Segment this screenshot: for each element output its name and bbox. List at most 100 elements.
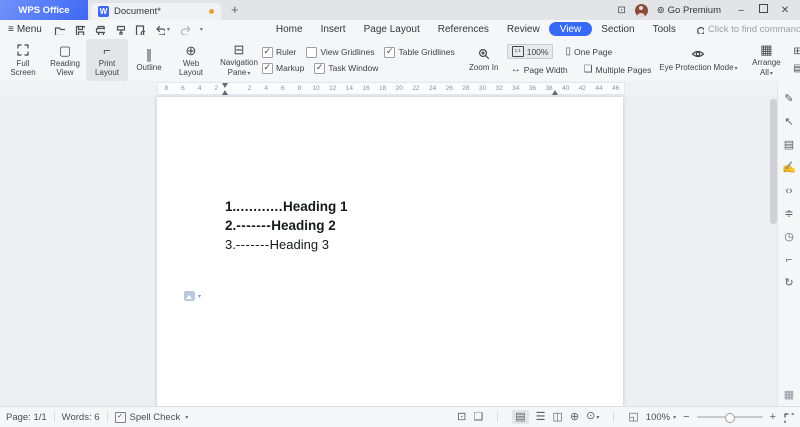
signature-icon[interactable]: ✍	[782, 162, 796, 175]
reading-view-button[interactable]: ▢ Reading View	[44, 39, 86, 81]
tab-references[interactable]: References	[429, 23, 498, 36]
eye-protection-view-icon[interactable]: ⊙▾	[586, 409, 599, 425]
web-layout-view-icon[interactable]: ⊕	[570, 410, 579, 424]
redo-icon[interactable]	[179, 24, 190, 35]
zoom-slider[interactable]	[696, 412, 763, 423]
restore-button[interactable]	[752, 4, 774, 16]
go-premium-button[interactable]: ⊚ Go Premium	[657, 5, 721, 16]
quick-panel-icon[interactable]: ▦	[778, 388, 800, 401]
zoom-out-button[interactable]: −	[683, 410, 689, 424]
select-tool-icon[interactable]: ↖	[784, 116, 793, 129]
close-button[interactable]: ✕	[774, 5, 796, 16]
workspace-icon[interactable]: ⊡	[617, 5, 625, 16]
crop-icon[interactable]: ⌐	[786, 254, 792, 267]
tab-home[interactable]: Home	[267, 23, 312, 36]
outline-button[interactable]: ∥ Outline	[128, 39, 170, 81]
zoom-level-button[interactable]: 100% ▾	[646, 412, 676, 423]
markup-checkbox[interactable]: Markup	[262, 62, 304, 74]
tab-view[interactable]: View	[548, 22, 593, 36]
wps-office-button[interactable]: WPS Office	[0, 0, 88, 20]
ink-annotation-icon[interactable]: ✎	[784, 93, 793, 106]
document-tab[interactable]: W Document*	[91, 3, 221, 20]
new-tab-button[interactable]: +	[231, 0, 239, 20]
first-line-indent-marker[interactable]	[222, 83, 228, 88]
outline-view-icon[interactable]: ☰	[536, 410, 546, 424]
ruler-number: 42	[578, 85, 586, 92]
tab-page-layout[interactable]: Page Layout	[355, 23, 429, 36]
print-layout-view-icon[interactable]: ▤	[512, 410, 529, 424]
view-gridlines-checkbox[interactable]: View Gridlines	[306, 46, 374, 58]
ruler-checkbox[interactable]: Ruler	[262, 46, 296, 58]
divider	[106, 412, 108, 422]
ruler-number: 36	[528, 85, 537, 92]
navigation-pane-button[interactable]: ⊟ Navigation Pane▾	[218, 39, 260, 81]
history-clock-icon[interactable]: ◷	[784, 231, 794, 244]
tab-section[interactable]: Section	[592, 23, 643, 36]
toc-line-2[interactable]: 2.-------Heading 2	[225, 216, 348, 235]
reading-view-icon: ▢	[58, 42, 72, 58]
code-icon[interactable]: ‹›	[785, 185, 792, 198]
ruler-number: 4	[197, 85, 202, 92]
writer-logo-icon: W	[98, 6, 109, 17]
fit-page-icon[interactable]: ◱	[628, 410, 638, 424]
reading-view-icon[interactable]: ◫	[553, 410, 563, 424]
zoom-options-group: 1:1 100% ▯ One Page ↔ Page Width ❏ Multiple …	[505, 39, 658, 81]
zoom-in-button[interactable]: +	[770, 410, 776, 424]
save-icon[interactable]	[74, 24, 85, 35]
print-icon[interactable]	[94, 24, 105, 35]
open-icon[interactable]	[54, 24, 65, 35]
main-menu-button[interactable]: ≡ Menu	[8, 24, 42, 35]
arrange-all-button[interactable]: ▦ Arrange All▾	[745, 39, 787, 81]
new-window-button[interactable]: ⊞New Window	[789, 45, 800, 58]
undo-icon[interactable]	[154, 24, 165, 35]
sync-icon[interactable]: ↻	[784, 277, 793, 290]
ruler-number: 4	[264, 85, 268, 92]
word-count[interactable]: Words: 6	[62, 412, 100, 423]
document-text[interactable]: 1............Heading 1 2.-------Heading …	[225, 197, 348, 254]
format-painter-icon[interactable]	[114, 24, 125, 35]
document-page[interactable]: 1............Heading 1 2.-------Heading …	[157, 97, 623, 407]
bookmark-icon[interactable]: ❑	[473, 410, 483, 424]
split-window-button[interactable]: ▤Split Window▾	[789, 62, 800, 75]
document-tab-title: Document*	[114, 6, 161, 17]
zoom-in-button[interactable]: Zoom In	[463, 39, 505, 81]
document-canvas[interactable]: 1............Heading 1 2.-------Heading …	[0, 95, 778, 407]
tab-review[interactable]: Review	[498, 23, 549, 36]
page-tools-icon[interactable]: ⊡	[457, 410, 466, 424]
tab-tools[interactable]: Tools	[644, 23, 685, 36]
full-screen-icon[interactable]	[783, 412, 794, 423]
user-avatar[interactable]	[634, 3, 648, 17]
page-width-icon: ↔	[510, 64, 521, 75]
checkbox-checked-icon	[314, 62, 326, 74]
print-layout-button[interactable]: ⌐ Print Layout	[86, 39, 128, 81]
undo-caret-icon[interactable]: ▾	[167, 26, 170, 33]
toc-line-3[interactable]: 3.-------Heading 3	[225, 235, 348, 254]
web-layout-button[interactable]: ⊕ Web Layout	[170, 39, 212, 81]
vertical-scrollbar[interactable]	[770, 99, 777, 224]
zoom-slider-handle[interactable]	[724, 412, 735, 423]
toolbox-icon[interactable]: ▤	[784, 139, 794, 152]
full-screen-button[interactable]: Full Screen	[2, 39, 44, 81]
ruler-number: 14	[345, 85, 353, 92]
one-page-button[interactable]: ▯ One Page	[561, 45, 616, 58]
command-search[interactable]: Click to find commands	[695, 24, 800, 35]
page-width-button[interactable]: ↔ Page Width	[507, 63, 572, 76]
minimize-button[interactable]: –	[730, 5, 752, 16]
spell-check-button[interactable]: ✓ Spell Check ▾	[114, 411, 188, 423]
menu-bar: ≡ Menu ▾ ▾ Home Insert Page Layout Refer…	[0, 20, 800, 38]
settings-sliders-icon[interactable]: ≑	[784, 208, 793, 221]
table-gridlines-checkbox[interactable]: Table Gridlines	[384, 46, 455, 58]
toc-line-1[interactable]: 1............Heading 1	[225, 197, 348, 216]
tab-insert[interactable]: Insert	[312, 23, 355, 36]
full-screen-icon	[17, 44, 29, 56]
print-preview-icon[interactable]	[134, 24, 145, 35]
customize-toolbar-caret-icon[interactable]: ▾	[200, 26, 203, 33]
task-window-checkbox[interactable]: Task Window	[314, 62, 378, 74]
horizontal-ruler[interactable]: 8 6 4 2 2 4 6 8 10 12 14 16 18 20 22 24 26 28 30 32 34 36 38 40…	[0, 81, 778, 95]
paste-options-button[interactable]: ▾	[184, 291, 201, 301]
page-indicator[interactable]: Page: 1/1	[6, 412, 47, 423]
multiple-pages-button[interactable]: ❏ Multiple Pages	[580, 63, 656, 76]
one-to-one-icon: 1:1	[511, 46, 524, 57]
zoom-100-button[interactable]: 1:1 100%	[506, 44, 554, 59]
eye-protection-mode-button[interactable]: Eye Protection Mode▾	[657, 39, 739, 81]
